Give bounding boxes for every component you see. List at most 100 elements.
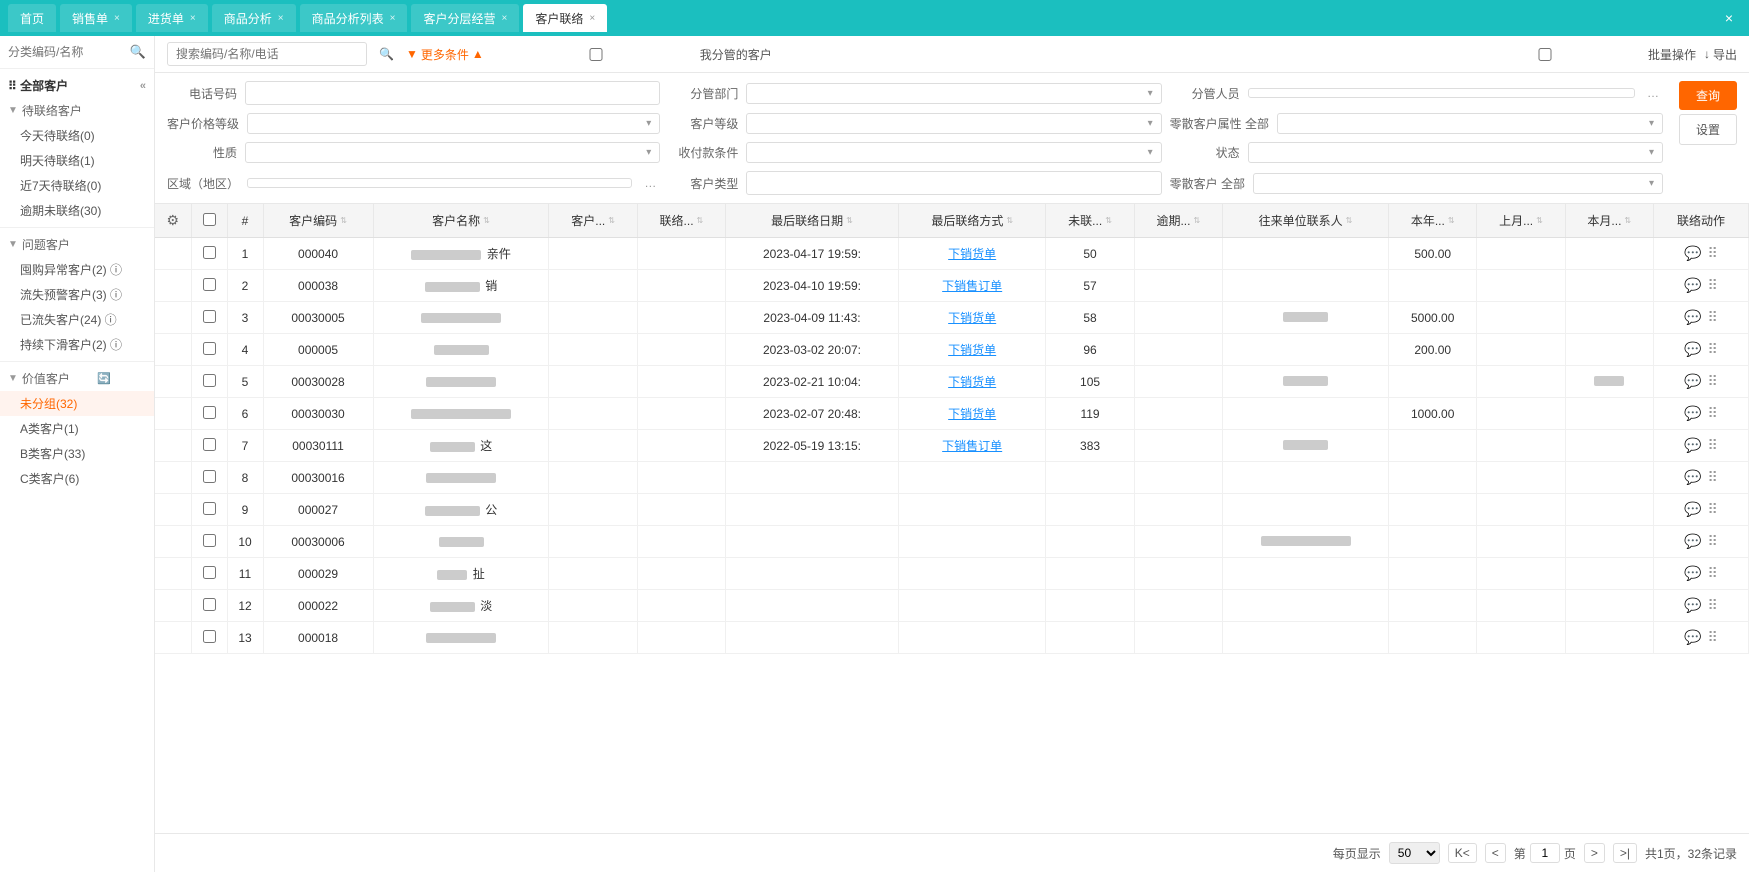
row-checkbox[interactable] <box>191 590 227 622</box>
search-input[interactable] <box>167 42 367 66</box>
th-name[interactable]: 客户名称 ⇅ <box>373 204 549 238</box>
export-button[interactable]: ↓ 导出 <box>1704 46 1737 63</box>
sidebar-group-problem[interactable]: ▼ 问题客户 <box>0 232 154 257</box>
row-checkbox[interactable] <box>191 494 227 526</box>
tab-product-analysis[interactable]: 商品分析 × <box>212 4 296 32</box>
action-message-icon[interactable]: 💬 <box>1684 405 1701 422</box>
region-select[interactable] <box>247 178 632 188</box>
tab-product-list[interactable]: 商品分析列表 × <box>300 4 408 32</box>
row-checkbox[interactable] <box>191 398 227 430</box>
select-all-checkbox[interactable] <box>203 213 216 226</box>
nature-select[interactable]: ▾ <box>245 142 660 163</box>
tab-purchase-close[interactable]: × <box>190 13 196 24</box>
action-message-icon[interactable]: 💬 <box>1684 277 1701 294</box>
th-last-month[interactable]: 上月... ⇅ <box>1477 204 1565 238</box>
row-check[interactable] <box>203 502 216 515</box>
row-check[interactable] <box>203 630 216 643</box>
action-grid-icon[interactable]: ⠿ <box>1708 373 1718 390</box>
action-grid-icon[interactable]: ⠿ <box>1708 533 1718 550</box>
row-checkbox[interactable] <box>191 302 227 334</box>
tab-product-analysis-close[interactable]: × <box>278 13 284 24</box>
sort-code-icon[interactable]: ⇅ <box>340 216 347 225</box>
row-last-contact-method[interactable] <box>898 622 1045 654</box>
th-this-year[interactable]: 本年... ⇅ <box>1389 204 1477 238</box>
sidebar-item-7days[interactable]: 近7天待联络(0) <box>0 173 154 198</box>
row-last-contact-method[interactable]: 下销货单 <box>898 334 1045 366</box>
row-last-contact-method[interactable] <box>898 462 1045 494</box>
sort-ty-icon[interactable]: ⇅ <box>1448 216 1455 225</box>
action-message-icon[interactable]: 💬 <box>1684 245 1701 262</box>
sort-lm-icon[interactable]: ⇅ <box>1536 216 1543 225</box>
action-message-icon[interactable]: 💬 <box>1684 373 1701 390</box>
row-last-contact-method[interactable]: 下销售订单 <box>898 270 1045 302</box>
sort-uc-icon[interactable]: ⇅ <box>1346 216 1353 225</box>
action-message-icon[interactable]: 💬 <box>1684 437 1701 454</box>
batch-checkbox[interactable] <box>1445 48 1645 61</box>
row-check[interactable] <box>203 310 216 323</box>
tab-customer-contact-close[interactable]: × <box>589 13 595 24</box>
action-grid-icon[interactable]: ⠿ <box>1708 245 1718 262</box>
action-message-icon[interactable]: 💬 <box>1684 565 1701 582</box>
row-last-contact-method[interactable] <box>898 590 1045 622</box>
action-grid-icon[interactable]: ⠿ <box>1708 501 1718 518</box>
sidebar-item-churn-warn[interactable]: 流失预警客户(3) ⓘ <box>0 282 154 307</box>
row-checkbox[interactable] <box>191 558 227 590</box>
row-last-contact-method[interactable]: 下销货单 <box>898 238 1045 270</box>
th-contact[interactable]: 联络... ⇅ <box>637 204 725 238</box>
my-customers-checkbox[interactable]: 我分管的客户 <box>496 46 772 63</box>
sort-lcm-icon[interactable]: ⇅ <box>1006 216 1013 225</box>
status-select[interactable]: ▾ <box>1248 142 1663 163</box>
sidebar-item-abnormal[interactable]: 囤购异常客户(2) ⓘ <box>0 257 154 282</box>
row-checkbox[interactable] <box>191 334 227 366</box>
action-grid-icon[interactable]: ⠿ <box>1708 309 1718 326</box>
sidebar-item-churned[interactable]: 已流失客户(24) ⓘ <box>0 307 154 332</box>
action-message-icon[interactable]: 💬 <box>1684 341 1701 358</box>
sort-contact-icon[interactable]: ⇅ <box>697 216 704 225</box>
action-grid-icon[interactable]: ⠿ <box>1708 469 1718 486</box>
sort-lcd-icon[interactable]: ⇅ <box>846 216 853 225</box>
level-select[interactable]: ▾ <box>746 113 1161 134</box>
sidebar-group-waiting[interactable]: ▼ 待联络客户 <box>0 98 154 123</box>
action-grid-icon[interactable]: ⠿ <box>1708 437 1718 454</box>
sort-tm-icon[interactable]: ⇅ <box>1624 216 1631 225</box>
retail-attr-select[interactable]: ▾ <box>1277 113 1663 134</box>
next-page-button[interactable]: > <box>1584 843 1605 863</box>
sort-nc-icon[interactable]: ⇅ <box>1105 216 1112 225</box>
sidebar-item-overdue[interactable]: 逾期未联络(30) <box>0 198 154 223</box>
row-check[interactable] <box>203 406 216 419</box>
th-code[interactable]: 客户编码 ⇅ <box>263 204 373 238</box>
page-number-input[interactable] <box>1530 843 1560 863</box>
row-check[interactable] <box>203 534 216 547</box>
action-message-icon[interactable]: 💬 <box>1684 469 1701 486</box>
tab-product-list-close[interactable]: × <box>390 13 396 24</box>
row-checkbox[interactable] <box>191 526 227 558</box>
sidebar-search-input[interactable] <box>8 45 126 59</box>
action-grid-icon[interactable]: ⠿ <box>1708 597 1718 614</box>
action-grid-icon[interactable]: ⠿ <box>1708 341 1718 358</box>
th-not-contacted[interactable]: 未联... ⇅ <box>1046 204 1134 238</box>
settings-gear-icon[interactable]: ⚙ <box>166 212 179 228</box>
row-last-contact-method[interactable] <box>898 526 1045 558</box>
row-checkbox[interactable] <box>191 270 227 302</box>
row-check[interactable] <box>203 342 216 355</box>
sidebar-item-declining[interactable]: 持续下滑客户(2) ⓘ <box>0 332 154 357</box>
th-overdue[interactable]: 逾期... ⇅ <box>1134 204 1222 238</box>
sidebar-item-class-c[interactable]: C类客户(6) <box>0 466 154 491</box>
last-page-button[interactable]: >| <box>1613 843 1637 863</box>
batch-op-button[interactable]: 批量操作 <box>1445 46 1696 63</box>
my-customers-check[interactable] <box>496 48 696 61</box>
row-checkbox[interactable] <box>191 622 227 654</box>
th-type[interactable]: 客户... ⇅ <box>549 204 637 238</box>
row-checkbox[interactable] <box>191 430 227 462</box>
price-tier-select[interactable]: ▾ <box>247 113 660 134</box>
row-checkbox[interactable] <box>191 462 227 494</box>
person-select[interactable] <box>1248 88 1635 98</box>
th-last-contact-method[interactable]: 最后联络方式 ⇅ <box>898 204 1045 238</box>
row-checkbox[interactable] <box>191 366 227 398</box>
action-message-icon[interactable]: 💬 <box>1684 629 1701 646</box>
tab-customer-tier-close[interactable]: × <box>501 13 507 24</box>
row-check[interactable] <box>203 598 216 611</box>
row-last-contact-method[interactable] <box>898 558 1045 590</box>
sort-overdue-icon[interactable]: ⇅ <box>1193 216 1200 225</box>
action-grid-icon[interactable]: ⠿ <box>1708 629 1718 646</box>
